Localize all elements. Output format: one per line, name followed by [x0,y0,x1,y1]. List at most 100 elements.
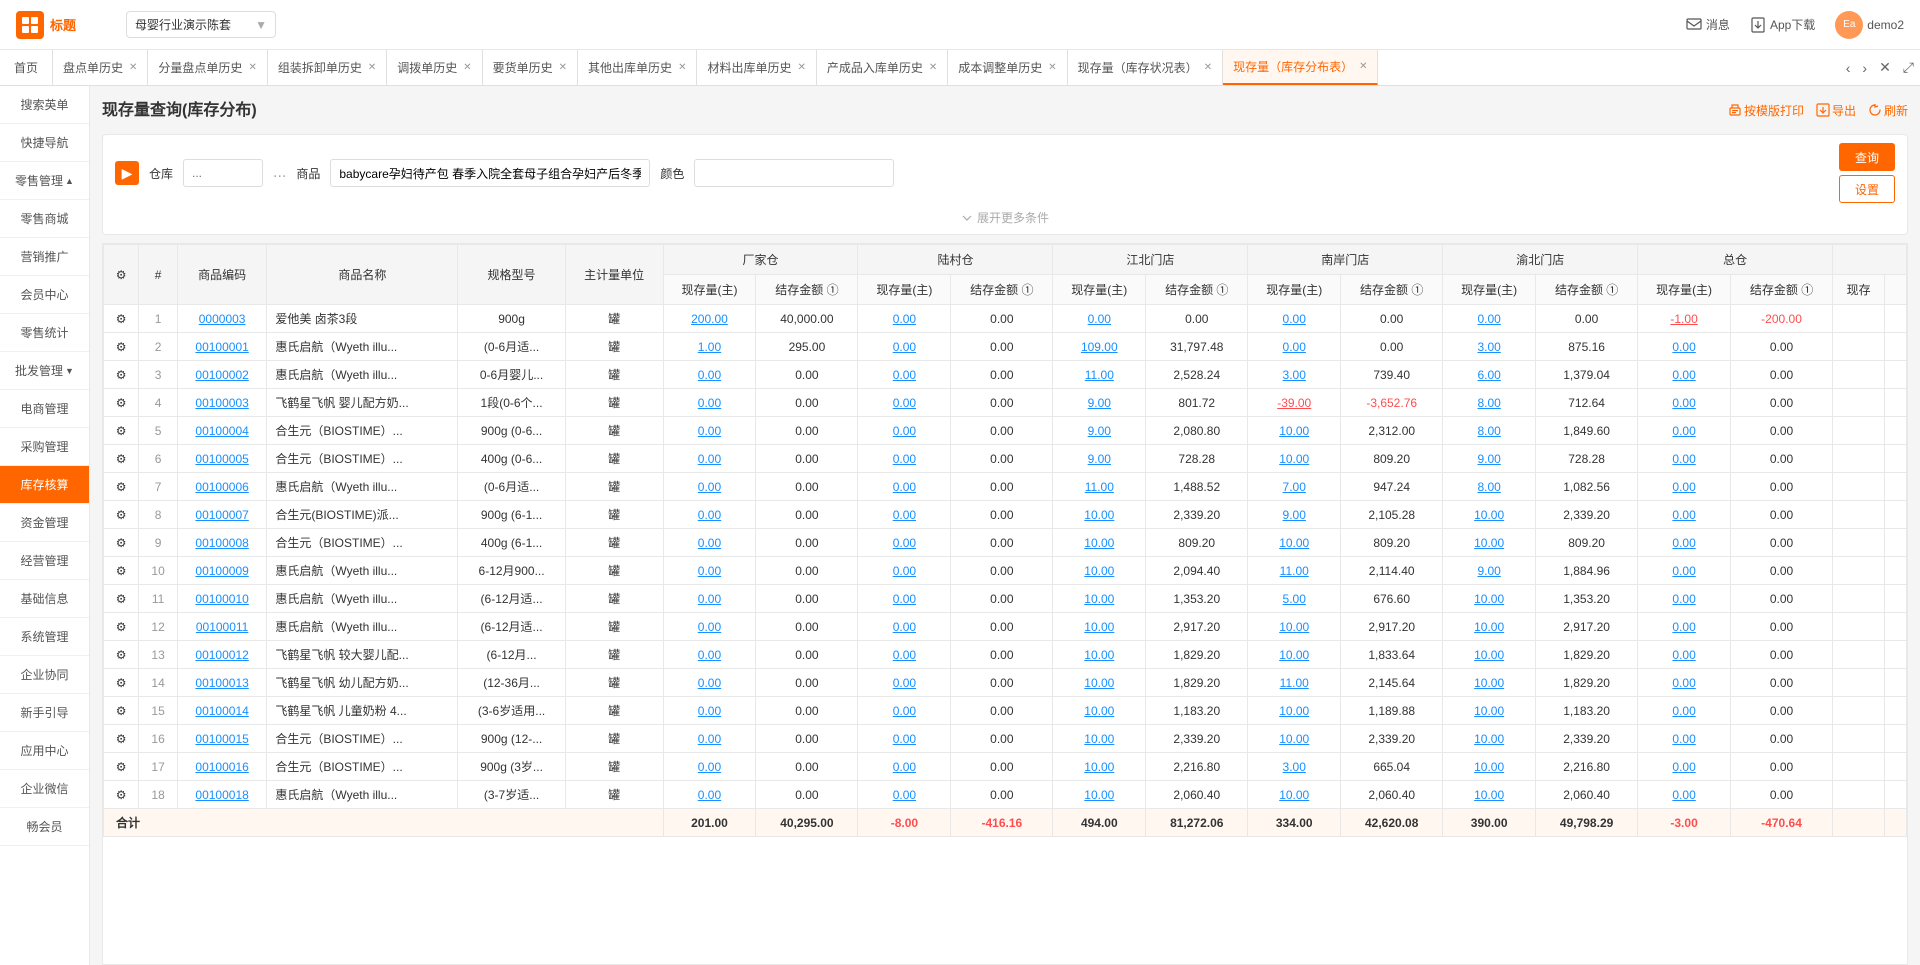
refresh-button[interactable]: 刷新 [1868,102,1908,119]
row-yb-current[interactable]: 8.00 [1443,473,1536,501]
row-fc-current[interactable]: 0.00 [663,585,756,613]
sidebar-item-app-center[interactable]: 应用中心 [0,732,89,770]
sidebar-item-stock[interactable]: 库存核算 [0,466,89,504]
row-yb-current[interactable]: 9.00 [1443,557,1536,585]
row-settings[interactable]: ⚙ [104,417,139,445]
row-yb-current[interactable]: 10.00 [1443,501,1536,529]
row-settings[interactable]: ⚙ [104,305,139,333]
row-fc-current[interactable]: 0.00 [663,725,756,753]
sidebar-item-retail-store[interactable]: 零售商城 [0,200,89,238]
query-button[interactable]: 查询 [1839,143,1895,171]
row-lc-current[interactable]: 0.00 [858,333,951,361]
row-lc-current[interactable]: 0.00 [858,557,951,585]
row-na-current[interactable]: 10.00 [1248,417,1341,445]
sidebar-item-corp[interactable]: 企业协同 [0,656,89,694]
sidebar-item-corp-wechat[interactable]: 企业微信 [0,770,89,808]
row-code[interactable]: 00100005 [177,445,266,473]
row-code[interactable]: 00100011 [177,613,266,641]
row-yb-current[interactable]: 8.00 [1443,389,1536,417]
tab-home[interactable]: 首页 [0,50,53,85]
row-na-current[interactable]: 5.00 [1248,585,1341,613]
row-na-current[interactable]: 10.00 [1248,725,1341,753]
row-code[interactable]: 00100015 [177,725,266,753]
filter-more-row[interactable]: 展开更多条件 [115,209,1895,226]
row-code[interactable]: 00100006 [177,473,266,501]
row-jb-current[interactable]: 10.00 [1053,641,1146,669]
warehouse-input[interactable] [183,159,263,187]
sidebar-item-basic[interactable]: 基础信息 [0,580,89,618]
color-input[interactable] [694,159,894,187]
row-jb-current[interactable]: 109.00 [1053,333,1146,361]
tab-cost-adjust[interactable]: 成本调整单历史✕ [948,50,1067,85]
th-settings[interactable]: ⚙ [104,245,139,305]
row-fc-current[interactable]: 0.00 [663,641,756,669]
sidebar-item-shortcut[interactable]: 快捷导航 [0,124,89,162]
row-settings[interactable]: ⚙ [104,781,139,809]
row-settings[interactable]: ⚙ [104,501,139,529]
sidebar-item-ecom[interactable]: 电商管理 [0,390,89,428]
row-settings[interactable]: ⚙ [104,361,139,389]
row-yb-current[interactable]: 8.00 [1443,417,1536,445]
row-jb-current[interactable]: 0.00 [1053,305,1146,333]
row-yb-current[interactable]: 0.00 [1443,305,1536,333]
row-total-current[interactable]: 0.00 [1638,389,1731,417]
row-total-current[interactable]: 0.00 [1638,697,1731,725]
row-settings[interactable]: ⚙ [104,753,139,781]
row-fc-current[interactable]: 0.00 [663,781,756,809]
row-total-current[interactable]: 0.00 [1638,529,1731,557]
export-button[interactable]: 导出 [1816,102,1856,119]
row-na-current[interactable]: 11.00 [1248,669,1341,697]
row-na-current[interactable]: 10.00 [1248,781,1341,809]
row-total-current[interactable]: 0.00 [1638,361,1731,389]
row-lc-current[interactable]: 0.00 [858,669,951,697]
row-settings[interactable]: ⚙ [104,669,139,697]
row-settings[interactable]: ⚙ [104,697,139,725]
tab-product-in[interactable]: 产成品入库单历史✕ [817,50,948,85]
row-jb-current[interactable]: 10.00 [1053,725,1146,753]
row-jb-current[interactable]: 10.00 [1053,697,1146,725]
print-button[interactable]: 按模版打印 [1728,102,1804,119]
tab-order[interactable]: 要货单历史✕ [483,50,578,85]
row-fc-current[interactable]: 0.00 [663,753,756,781]
row-code[interactable]: 00100002 [177,361,266,389]
tab-group-tax[interactable]: 组装拆卸单历史✕ [268,50,387,85]
row-code[interactable]: 00100004 [177,417,266,445]
sidebar-item-new-guide[interactable]: 新手引导 [0,694,89,732]
row-jb-current[interactable]: 10.00 [1053,613,1146,641]
row-code[interactable]: 00100008 [177,529,266,557]
row-code[interactable]: 00100012 [177,641,266,669]
row-fc-current[interactable]: 0.00 [663,417,756,445]
row-total-current[interactable]: 0.00 [1638,781,1731,809]
row-settings[interactable]: ⚙ [104,641,139,669]
tab-stock-dist[interactable]: 现存量（库存分布表）✕ [1223,50,1378,85]
row-code[interactable]: 00100014 [177,697,266,725]
row-fc-current[interactable]: 0.00 [663,361,756,389]
row-jb-current[interactable]: 11.00 [1053,473,1146,501]
row-na-current[interactable]: 10.00 [1248,613,1341,641]
row-yb-current[interactable]: 10.00 [1443,669,1536,697]
row-na-current[interactable]: 0.00 [1248,333,1341,361]
row-yb-current[interactable]: 3.00 [1443,333,1536,361]
app-download-button[interactable]: App下载 [1750,16,1815,33]
row-lc-current[interactable]: 0.00 [858,473,951,501]
row-na-current[interactable]: 0.00 [1248,305,1341,333]
row-lc-current[interactable]: 0.00 [858,389,951,417]
row-jb-current[interactable]: 10.00 [1053,501,1146,529]
row-yb-current[interactable]: 9.00 [1443,445,1536,473]
row-fc-current[interactable]: 0.00 [663,697,756,725]
row-lc-current[interactable]: 0.00 [858,501,951,529]
row-lc-current[interactable]: 0.00 [858,361,951,389]
row-yb-current[interactable]: 10.00 [1443,753,1536,781]
row-jb-current[interactable]: 10.00 [1053,781,1146,809]
user-profile[interactable]: Ea demo2 [1835,11,1904,39]
row-lc-current[interactable]: 0.00 [858,613,951,641]
row-yb-current[interactable]: 6.00 [1443,361,1536,389]
message-button[interactable]: 消息 [1686,16,1730,33]
row-code[interactable]: 00100016 [177,753,266,781]
row-code[interactable]: 00100013 [177,669,266,697]
row-lc-current[interactable]: 0.00 [858,725,951,753]
sidebar-item-wholesale[interactable]: 批发管理 ▼ [0,352,89,390]
row-total-current[interactable]: 0.00 [1638,669,1731,697]
row-lc-current[interactable]: 0.00 [858,641,951,669]
row-total-current[interactable]: 0.00 [1638,333,1731,361]
